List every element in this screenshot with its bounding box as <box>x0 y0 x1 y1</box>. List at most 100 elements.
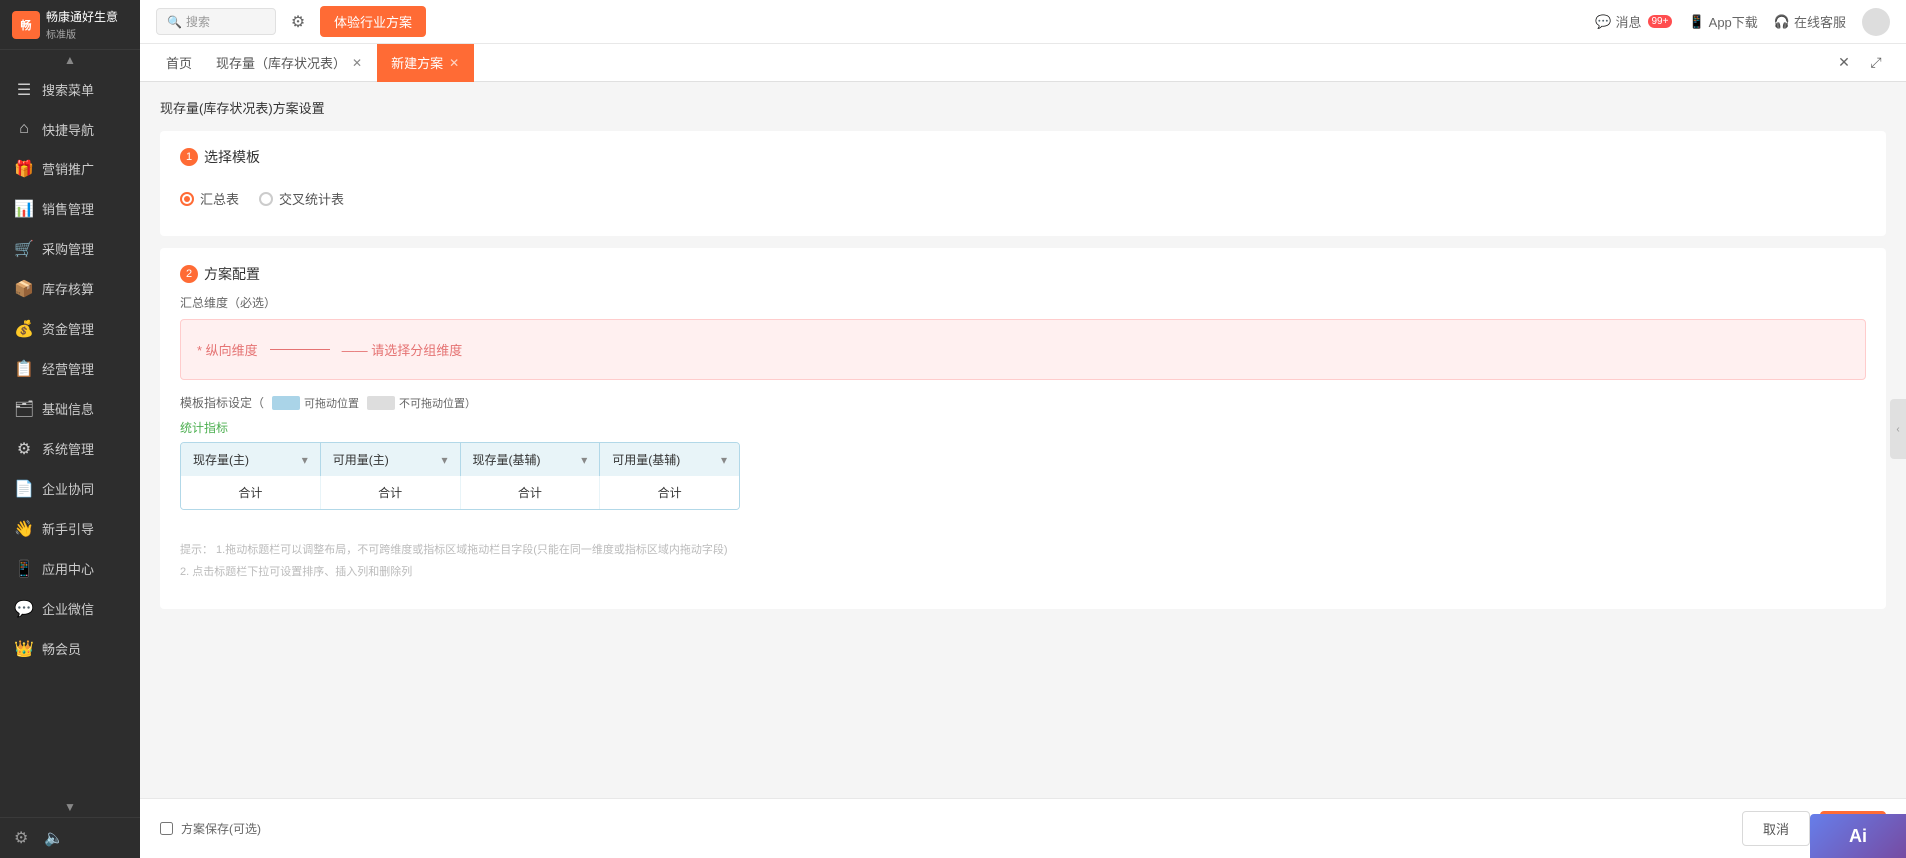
topbar-left: 🔍 搜索 ⚙ 体验行业方案 <box>156 6 426 37</box>
app-download-btn[interactable]: 📱 App下载 <box>1688 12 1757 31</box>
user-avatar[interactable] <box>1862 8 1890 36</box>
wave-icon: 👋 <box>14 519 34 539</box>
dimension-row: * 纵向维度 —— 请选择分组维度 <box>197 340 1849 359</box>
topbar-right: 💬 消息 99+ 📱 App下载 🎧 在线客服 <box>1595 8 1890 36</box>
sidebar-item-purchase[interactable]: 🛒 采购管理 <box>0 229 140 269</box>
gear-icon: ⚙ <box>14 439 34 459</box>
sidebar-item-label: 基础信息 <box>42 399 94 418</box>
home-icon: ⌂ <box>14 120 34 138</box>
sidebar-item-label: 资金管理 <box>42 319 94 338</box>
app-logo: 畅 畅康通好生意 标准版 <box>0 0 140 50</box>
settings-icon[interactable]: ⚙ <box>14 828 28 848</box>
step2-badge: 2 <box>180 265 198 283</box>
indicators-label: 模板指标设定（ 可拖动位置 不可拖动位置） <box>180 394 1866 411</box>
save-checkbox[interactable] <box>160 822 173 835</box>
required-star: * 纵向维度 <box>197 340 258 359</box>
right-expand-handle[interactable]: ‹ <box>1890 399 1906 459</box>
sidebar-item-inventory[interactable]: 📦 库存核算 <box>0 269 140 309</box>
sidebar-item-app-center[interactable]: 📱 应用中心 <box>0 549 140 589</box>
ai-label: Ai <box>1849 826 1867 847</box>
col4-dropdown-icon[interactable]: ▾ <box>721 453 727 467</box>
sidebar-item-basic-info[interactable]: 🗂 基础信息 <box>0 389 140 429</box>
sidebar-item-wechat[interactable]: 💬 企业微信 <box>0 589 140 629</box>
expand-window-btn[interactable]: ⤢ <box>1862 49 1890 77</box>
box-icon: 📦 <box>14 279 34 299</box>
tab-inventory-status[interactable]: 现存量（库存状况表） ✕ <box>202 44 377 82</box>
stats-col-4: 可用量(基辅) ▾ <box>600 443 739 476</box>
page-content: 现存量(库存状况表)方案设置 1 选择模板 汇总表 交叉统计表 <box>140 82 1906 798</box>
sidebar-item-operations[interactable]: 📋 经营管理 <box>0 349 140 389</box>
tab-home[interactable]: 首页 <box>156 53 202 72</box>
search-icon: 🔍 <box>167 15 182 29</box>
wechat-icon: 💬 <box>14 599 34 619</box>
sidebar-item-system[interactable]: ⚙ 系统管理 <box>0 429 140 469</box>
radio-summary-label: 汇总表 <box>200 189 239 208</box>
sidebar-item-search-menu[interactable]: ☰ 搜索菜单 <box>0 70 140 110</box>
main-area: 🔍 搜索 ⚙ 体验行业方案 💬 消息 99+ 📱 App下载 🎧 在线客服 <box>140 0 1906 858</box>
sidebar-item-label: 库存核算 <box>42 279 94 298</box>
save-label: 方案保存(可选) <box>181 820 261 837</box>
search-placeholder: 搜索 <box>186 13 210 30</box>
tab-close-inventory[interactable]: ✕ <box>352 56 362 70</box>
movable-box <box>272 396 300 410</box>
radio-cross[interactable]: 交叉统计表 <box>259 189 344 208</box>
col2-dropdown-icon[interactable]: ▾ <box>441 453 447 467</box>
footer: 方案保存(可选) 取消 查询 <box>140 798 1906 858</box>
sidebar-scroll-up[interactable]: ▲ <box>0 50 140 70</box>
step1-header: 1 选择模板 <box>180 147 1866 167</box>
cancel-button[interactable]: 取消 <box>1742 811 1810 846</box>
stats-table-body: 合计 合计 合计 合计 <box>181 476 739 509</box>
page-title: 现存量(库存状况表)方案设置 <box>160 98 1886 117</box>
immovable-tag: 不可拖动位置） <box>367 395 476 411</box>
sidebar-item-marketing[interactable]: 🎁 营销推广 <box>0 149 140 189</box>
stats-col-1: 现存量(主) ▾ <box>181 443 321 476</box>
search-box[interactable]: 🔍 搜索 <box>156 8 276 35</box>
tip-2: 2. 点击标题栏下拉可设置排序、插入列和删除列 <box>180 561 1866 583</box>
sidebar-item-sales[interactable]: 📊 销售管理 <box>0 189 140 229</box>
speaker-icon[interactable]: 🔈 <box>44 828 64 848</box>
col1-dropdown-icon[interactable]: ▾ <box>302 453 308 467</box>
tabbar: 首页 现存量（库存状况表） ✕ 新建方案 ✕ ✕ ⤢ <box>140 44 1906 82</box>
tab-new-scheme[interactable]: 新建方案 ✕ <box>377 44 474 82</box>
sidebar-item-label: 畅会员 <box>42 639 81 658</box>
clipboard-icon: 📋 <box>14 359 34 379</box>
window-controls: ✕ ⤢ <box>1830 49 1890 77</box>
sidebar-scroll-down[interactable]: ▼ <box>0 797 140 817</box>
sidebar-item-label: 应用中心 <box>42 559 94 578</box>
sidebar-item-member[interactable]: 👑 畅会员 <box>0 629 140 669</box>
movable-tag: 可拖动位置 <box>272 395 359 411</box>
tips-area: 提示： 1.拖动标题栏可以调整布局，不可跨维度或指标区域拖动栏目字段(只能在同一… <box>180 529 1866 593</box>
customer-service-btn[interactable]: 🎧 在线客服 <box>1774 12 1846 31</box>
logo-icon: 畅 <box>12 11 40 39</box>
sidebar-item-quick-nav[interactable]: ⌂ 快捷导航 <box>0 110 140 149</box>
step2-label: 方案配置 <box>204 264 260 284</box>
step1-panel: 1 选择模板 汇总表 交叉统计表 <box>160 131 1886 236</box>
template-options: 汇总表 交叉统计表 <box>180 177 1866 220</box>
message-icon: 💬 <box>1595 14 1611 30</box>
sidebar-item-enterprise[interactable]: 📄 企业协同 <box>0 469 140 509</box>
sidebar: 畅 畅康通好生意 标准版 ▲ ☰ 搜索菜单 ⌂ 快捷导航 🎁 营销推广 📊 销售… <box>0 0 140 858</box>
dimension-separator <box>270 349 330 350</box>
sidebar-item-label: 新手引导 <box>42 519 94 538</box>
col3-dropdown-icon[interactable]: ▾ <box>581 453 587 467</box>
headset-icon: 🎧 <box>1774 14 1790 30</box>
sidebar-bottom: ⚙ 🔈 <box>0 817 140 858</box>
trial-button[interactable]: 体验行业方案 <box>320 6 426 37</box>
money-icon: 💰 <box>14 319 34 339</box>
tab-close-new-scheme[interactable]: ✕ <box>449 56 459 70</box>
sidebar-item-label: 企业协同 <box>42 479 94 498</box>
ai-float-button[interactable]: Ai <box>1810 814 1906 858</box>
dim-placeholder: —— 请选择分组维度 <box>342 340 463 359</box>
sidebar-item-newcomer[interactable]: 👋 新手引导 <box>0 509 140 549</box>
close-window-btn[interactable]: ✕ <box>1830 49 1858 77</box>
radio-summary[interactable]: 汇总表 <box>180 189 239 208</box>
sidebar-item-finance[interactable]: 💰 资金管理 <box>0 309 140 349</box>
sidebar-item-label: 营销推广 <box>42 159 94 178</box>
message-btn[interactable]: 💬 消息 99+ <box>1595 12 1672 31</box>
topbar-settings-btn[interactable]: ⚙ <box>284 8 312 36</box>
sidebar-nav: ☰ 搜索菜单 ⌂ 快捷导航 🎁 营销推广 📊 销售管理 🛒 采购管理 📦 库存核… <box>0 70 140 797</box>
sidebar-item-label: 系统管理 <box>42 439 94 458</box>
doc-icon: 📄 <box>14 479 34 499</box>
stats-col-2: 可用量(主) ▾ <box>321 443 461 476</box>
sidebar-item-label: 企业微信 <box>42 599 94 618</box>
